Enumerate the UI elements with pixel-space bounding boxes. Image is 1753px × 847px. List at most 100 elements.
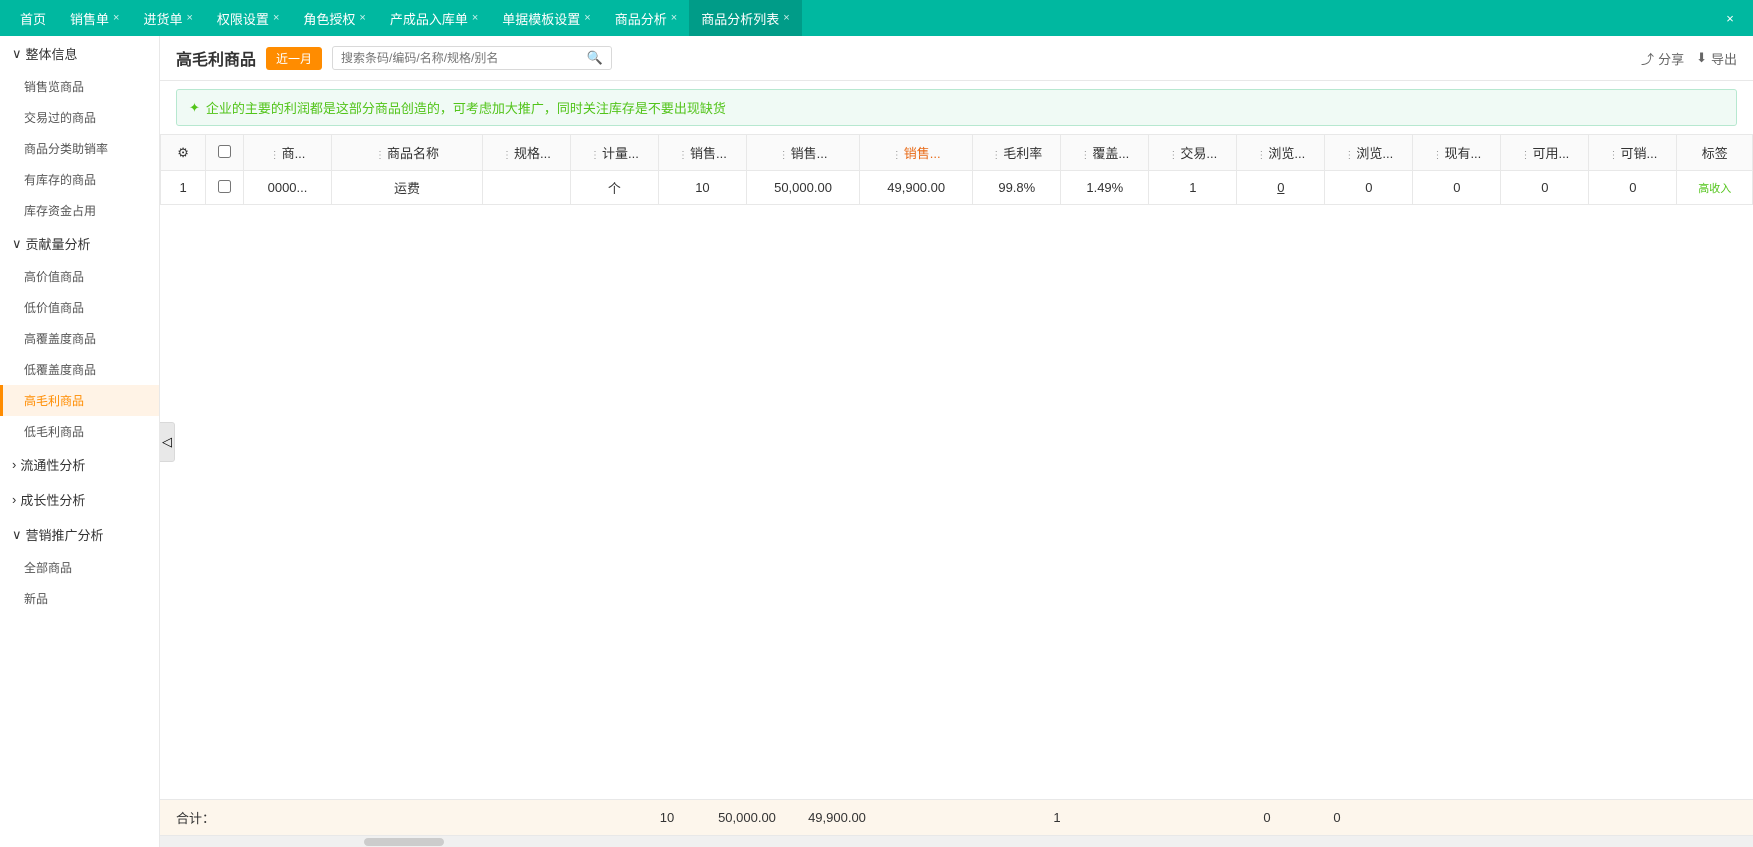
- col-name[interactable]: ⋮商品名称: [332, 135, 483, 171]
- sidebar-section-marketing[interactable]: ∨ 营销推广分析: [0, 517, 159, 552]
- cell-index: 1: [161, 171, 206, 205]
- select-all-checkbox[interactable]: [218, 145, 231, 158]
- col-gross-margin[interactable]: ⋮毛利率: [973, 135, 1061, 171]
- nav-close-icon[interactable]: ×: [359, 12, 365, 24]
- sidebar-item-category-rate[interactable]: 商品分类助销率: [0, 133, 159, 164]
- cell-transaction: 1: [1149, 171, 1237, 205]
- horizontal-scrollbar[interactable]: [160, 835, 1753, 847]
- export-icon: ⬇: [1696, 50, 1707, 66]
- sidebar-item-new-products[interactable]: 新品: [0, 583, 159, 614]
- content-header: 高毛利商品 近一月 🔍 ⤴ 分享 ⬇ 导出: [160, 36, 1753, 81]
- col-sales2[interactable]: ⋮销售...: [746, 135, 859, 171]
- sidebar-item-low-value[interactable]: 低价值商品: [0, 292, 159, 323]
- row-checkbox[interactable]: [218, 180, 231, 193]
- cell-sales2: 50,000.00: [746, 171, 859, 205]
- search-input[interactable]: [341, 51, 581, 65]
- col-browse1[interactable]: ⋮浏览...: [1237, 135, 1325, 171]
- footer-values: 10 50,000.00 49,900.00 1 0 0: [236, 810, 1737, 825]
- nav-close-icon[interactable]: ×: [113, 12, 119, 24]
- window-close-button[interactable]: ×: [1715, 0, 1745, 36]
- export-button[interactable]: ⬇ 导出: [1696, 49, 1737, 68]
- col-coverage[interactable]: ⋮覆盖...: [1061, 135, 1149, 171]
- nav-close-icon[interactable]: ×: [273, 12, 279, 24]
- main-layout: ∨ 整体信息 销售览商品 交易过的商品 商品分类助销率 有库存的商品 库存资金占…: [0, 36, 1753, 847]
- sidebar-item-low-margin[interactable]: 低毛利商品: [0, 416, 159, 447]
- footer-available: 0: [1302, 810, 1372, 825]
- page-title: 高毛利商品: [176, 46, 256, 70]
- nav-product-inbound[interactable]: 产成品入库单 ×: [378, 0, 490, 36]
- nav-purchase-order[interactable]: 进货单 ×: [131, 0, 204, 36]
- search-icon[interactable]: 🔍: [587, 50, 603, 66]
- sidebar-item-in-stock[interactable]: 有库存的商品: [0, 164, 159, 195]
- footer-sales3: 49,900.00: [792, 810, 882, 825]
- filter-recent-month-button[interactable]: 近一月: [266, 47, 322, 70]
- product-table: ⚙ ⋮商... ⋮商品名称 ⋮规格... ⋮计量... ⋮销售... ⋮销售..…: [160, 134, 1753, 205]
- col-current[interactable]: ⋮现有...: [1413, 135, 1501, 171]
- cell-coverage: 1.49%: [1061, 171, 1149, 205]
- sidebar-item-sales-overview[interactable]: 销售览商品: [0, 71, 159, 102]
- cell-tag: 高收入: [1677, 171, 1753, 205]
- cell-code: 0000...: [243, 171, 331, 205]
- sidebar-section-growth[interactable]: › 成长性分析: [0, 482, 159, 517]
- sidebar-item-high-margin[interactable]: 高毛利商品: [0, 385, 159, 416]
- col-checkbox: [206, 135, 244, 171]
- share-button[interactable]: ⤴ 分享: [1641, 49, 1684, 68]
- cell-unit: 个: [570, 171, 658, 205]
- chevron-down-icon: ∨: [12, 236, 22, 252]
- info-banner: ✦ 企业的主要的利润都是这部分商品创造的，可考虑加大推广，同时关注库存是不要出现…: [176, 89, 1737, 126]
- cell-gross-margin: 99.8%: [973, 171, 1061, 205]
- top-navigation: 首页 销售单 × 进货单 × 权限设置 × 角色授权 × 产成品入库单 × 单据…: [0, 0, 1753, 36]
- sidebar-item-stock-capital[interactable]: 库存资金占用: [0, 195, 159, 226]
- sidebar-item-high-coverage[interactable]: 高覆盖度商品: [0, 323, 159, 354]
- nav-product-analysis-list[interactable]: 商品分析列表 ×: [689, 0, 801, 36]
- sidebar-item-low-coverage[interactable]: 低覆盖度商品: [0, 354, 159, 385]
- col-code[interactable]: ⋮商...: [243, 135, 331, 171]
- footer-sales1: 10: [632, 810, 702, 825]
- footer-transaction: 1: [1022, 810, 1092, 825]
- col-spec[interactable]: ⋮规格...: [482, 135, 570, 171]
- cell-sellable: 0: [1589, 171, 1677, 205]
- footer-current: 0: [1232, 810, 1302, 825]
- cell-name: 运费: [332, 171, 483, 205]
- nav-close-icon[interactable]: ×: [584, 12, 590, 24]
- col-tag[interactable]: 标签: [1677, 135, 1753, 171]
- nav-close-icon[interactable]: ×: [472, 12, 478, 24]
- sidebar-section-liquidity[interactable]: › 流通性分析: [0, 447, 159, 482]
- col-unit[interactable]: ⋮计量...: [570, 135, 658, 171]
- sidebar-item-high-value[interactable]: 高价值商品: [0, 261, 159, 292]
- col-available[interactable]: ⋮可用...: [1501, 135, 1589, 171]
- cell-checkbox[interactable]: [206, 171, 244, 205]
- col-sales1[interactable]: ⋮销售...: [658, 135, 746, 171]
- nav-sales-order[interactable]: 销售单 ×: [58, 0, 131, 36]
- cell-browse2: 0: [1325, 171, 1413, 205]
- sidebar-section-contribution[interactable]: ∨ 贡献量分析: [0, 226, 159, 261]
- scrollbar-thumb[interactable]: [364, 838, 444, 846]
- sidebar-collapse-button[interactable]: ◁: [160, 422, 175, 462]
- col-sellable[interactable]: ⋮可销...: [1589, 135, 1677, 171]
- nav-product-analysis[interactable]: 商品分析 ×: [603, 0, 689, 36]
- nav-home[interactable]: 首页: [8, 0, 58, 36]
- cell-browse1[interactable]: 0: [1237, 171, 1325, 205]
- nav-close-icon[interactable]: ×: [671, 12, 677, 24]
- cell-sales3: 49,900.00: [860, 171, 973, 205]
- sidebar-section-overall[interactable]: ∨ 整体信息: [0, 36, 159, 71]
- cell-spec: [482, 171, 570, 205]
- data-table-container[interactable]: ⚙ ⋮商... ⋮商品名称 ⋮规格... ⋮计量... ⋮销售... ⋮销售..…: [160, 134, 1753, 799]
- table-header-row: ⚙ ⋮商... ⋮商品名称 ⋮规格... ⋮计量... ⋮销售... ⋮销售..…: [161, 135, 1753, 171]
- chevron-right-icon: ›: [12, 457, 16, 472]
- col-transaction[interactable]: ⋮交易...: [1149, 135, 1237, 171]
- cell-sales1: 10: [658, 171, 746, 205]
- nav-close-icon[interactable]: ×: [186, 12, 192, 24]
- footer-total-label: 合计：: [176, 808, 236, 827]
- nav-template-settings[interactable]: 单据模板设置 ×: [490, 0, 602, 36]
- col-browse2[interactable]: ⋮浏览...: [1325, 135, 1413, 171]
- col-sales3[interactable]: ⋮销售...: [860, 135, 973, 171]
- sidebar-item-traded-goods[interactable]: 交易过的商品: [0, 102, 159, 133]
- sidebar-item-all-products[interactable]: 全部商品: [0, 552, 159, 583]
- settings-icon[interactable]: ⚙: [177, 145, 189, 160]
- nav-role-auth[interactable]: 角色授权 ×: [291, 0, 377, 36]
- chevron-down-icon: ∨: [12, 46, 22, 62]
- nav-close-icon[interactable]: ×: [783, 12, 789, 24]
- nav-permission-settings[interactable]: 权限设置 ×: [205, 0, 291, 36]
- share-icon: ⤴: [1641, 49, 1654, 68]
